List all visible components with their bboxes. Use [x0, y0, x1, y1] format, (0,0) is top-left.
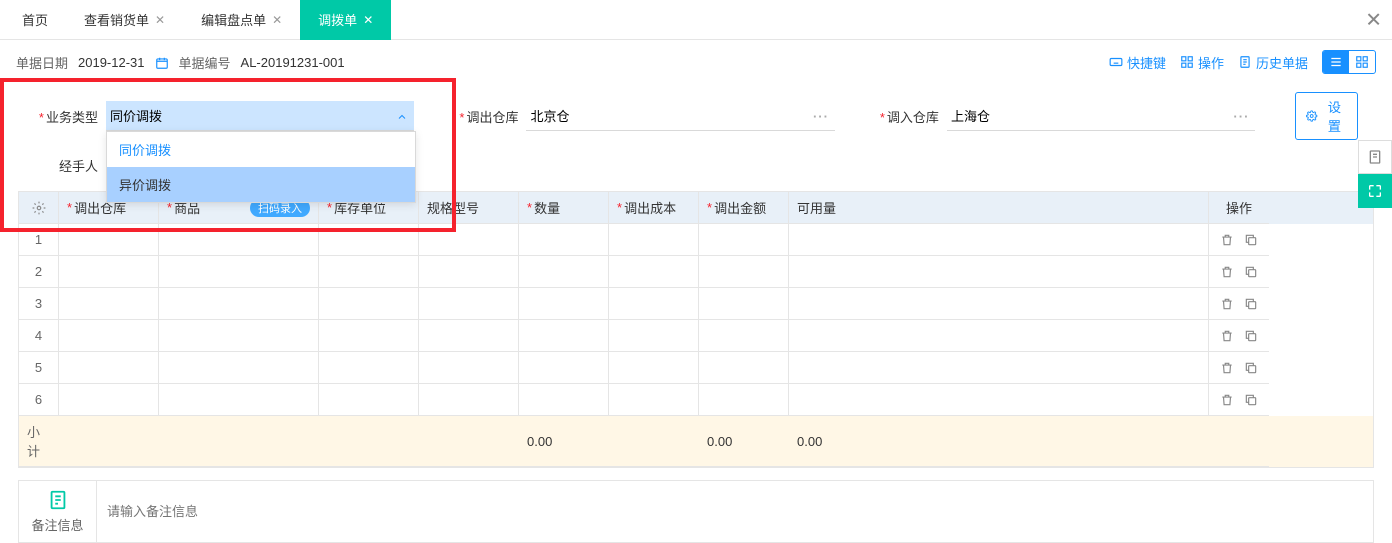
note-icon — [47, 489, 69, 511]
expand-icon[interactable] — [1358, 174, 1392, 208]
out-warehouse-field: *调出仓库 ··· — [454, 101, 834, 131]
doc-date-value[interactable]: 2019-12-31 — [78, 55, 145, 70]
row-number: 6 — [19, 384, 59, 416]
delete-icon[interactable] — [1220, 296, 1234, 312]
in-warehouse-field: *调入仓库 ··· — [875, 101, 1255, 131]
delete-icon[interactable] — [1220, 360, 1234, 376]
row-number: 5 — [19, 352, 59, 384]
view-grid-button[interactable] — [1349, 51, 1375, 73]
tab-view-sales[interactable]: 查看销货单✕ — [66, 0, 183, 40]
col-available: 可用量 — [789, 192, 1209, 224]
table-row[interactable]: 2 — [19, 256, 1373, 288]
col-cost: *调出成本 — [609, 192, 699, 224]
line-items-table: *调出仓库 *商品扫码录入 *库存单位 规格型号 *数量 *调出成本 *调出金额… — [18, 191, 1374, 468]
copy-icon[interactable] — [1244, 232, 1258, 248]
doc-no-value: AL-20191231-001 — [241, 55, 345, 70]
close-icon[interactable]: ✕ — [363, 13, 373, 27]
in-warehouse-label: *调入仓库 — [875, 107, 947, 126]
table-row[interactable]: 4 — [19, 320, 1373, 352]
tab-transfer[interactable]: 调拨单✕ — [300, 0, 391, 40]
view-list-button[interactable] — [1323, 51, 1349, 73]
table-row[interactable]: 6 — [19, 384, 1373, 416]
keyboard-icon — [1109, 55, 1123, 69]
table-row[interactable]: 3 — [19, 288, 1373, 320]
row-actions — [1209, 224, 1269, 256]
subtotal-amount: 0.00 — [699, 416, 789, 467]
remark-label: 备注信息 — [19, 481, 97, 542]
close-all-icon[interactable]: ✕ — [1365, 7, 1382, 32]
out-warehouse-input[interactable] — [526, 101, 834, 131]
doc-no-label: 单据编号 — [179, 53, 231, 72]
tab-edit-inventory[interactable]: 编辑盘点单✕ — [183, 0, 300, 40]
table-row[interactable]: 1 — [19, 224, 1373, 256]
close-icon[interactable]: ✕ — [155, 13, 165, 27]
col-spec: 规格型号 — [419, 192, 519, 224]
handler-label: 经手人 — [34, 156, 106, 175]
copy-icon[interactable] — [1244, 296, 1258, 312]
gear-icon — [1306, 110, 1317, 122]
delete-icon[interactable] — [1220, 232, 1234, 248]
copy-icon[interactable] — [1244, 392, 1258, 408]
row-number: 3 — [19, 288, 59, 320]
form-area: *业务类型 同价调拨 异价调拨 *调出仓库 ··· *调入仓库 ··· 设置 — [0, 84, 1392, 175]
info-bar: 单据日期 2019-12-31 单据编号 AL-20191231-001 快捷键… — [0, 40, 1392, 84]
delete-icon[interactable] — [1220, 328, 1234, 344]
settings-button[interactable]: 设置 — [1295, 92, 1358, 140]
biz-type-input[interactable] — [106, 101, 414, 131]
history-link[interactable]: 历史单据 — [1238, 53, 1308, 72]
in-warehouse-input[interactable] — [947, 101, 1255, 131]
out-warehouse-label: *调出仓库 — [454, 107, 526, 126]
table-row[interactable]: 5 — [19, 352, 1373, 384]
remark-section: 备注信息 — [18, 480, 1374, 543]
table-settings-button[interactable] — [19, 192, 59, 224]
doc-date-label: 单据日期 — [16, 53, 68, 72]
copy-icon[interactable] — [1244, 264, 1258, 280]
ellipsis-icon[interactable]: ··· — [1233, 109, 1249, 124]
dropdown-option-diff-price[interactable]: 异价调拨 — [107, 167, 415, 202]
operation-link[interactable]: 操作 — [1180, 53, 1224, 72]
ellipsis-icon[interactable]: ··· — [813, 109, 829, 124]
tab-bar: 首页 查看销货单✕ 编辑盘点单✕ 调拨单✕ ✕ — [0, 0, 1392, 40]
subtotal-qty: 0.00 — [519, 416, 609, 467]
col-qty: *数量 — [519, 192, 609, 224]
subtotal-available: 0.00 — [789, 416, 1209, 467]
dropdown-option-same-price[interactable]: 同价调拨 — [107, 132, 415, 167]
row-actions — [1209, 288, 1269, 320]
row-actions — [1209, 352, 1269, 384]
biz-type-field: *业务类型 同价调拨 异价调拨 — [34, 101, 414, 131]
copy-icon[interactable] — [1244, 328, 1258, 344]
document-icon — [1238, 55, 1252, 69]
remark-input[interactable] — [97, 481, 1373, 542]
copy-icon[interactable] — [1244, 360, 1258, 376]
tab-home[interactable]: 首页 — [4, 0, 66, 40]
biz-type-label: *业务类型 — [34, 107, 106, 126]
grid-icon — [1180, 55, 1194, 69]
row-number: 4 — [19, 320, 59, 352]
biz-type-dropdown: 同价调拨 异价调拨 — [106, 131, 416, 203]
row-number: 2 — [19, 256, 59, 288]
row-actions — [1209, 384, 1269, 416]
calendar-icon[interactable] — [155, 54, 169, 70]
row-actions — [1209, 320, 1269, 352]
gear-icon — [32, 201, 46, 215]
col-amount: *调出金额 — [699, 192, 789, 224]
delete-icon[interactable] — [1220, 392, 1234, 408]
col-op: 操作 — [1209, 192, 1269, 224]
delete-icon[interactable] — [1220, 264, 1234, 280]
row-number: 1 — [19, 224, 59, 256]
row-actions — [1209, 256, 1269, 288]
close-icon[interactable]: ✕ — [272, 13, 282, 27]
subtotal-label: 小计 — [19, 416, 59, 467]
shortcut-link[interactable]: 快捷键 — [1109, 53, 1166, 72]
view-toggle — [1322, 50, 1376, 74]
